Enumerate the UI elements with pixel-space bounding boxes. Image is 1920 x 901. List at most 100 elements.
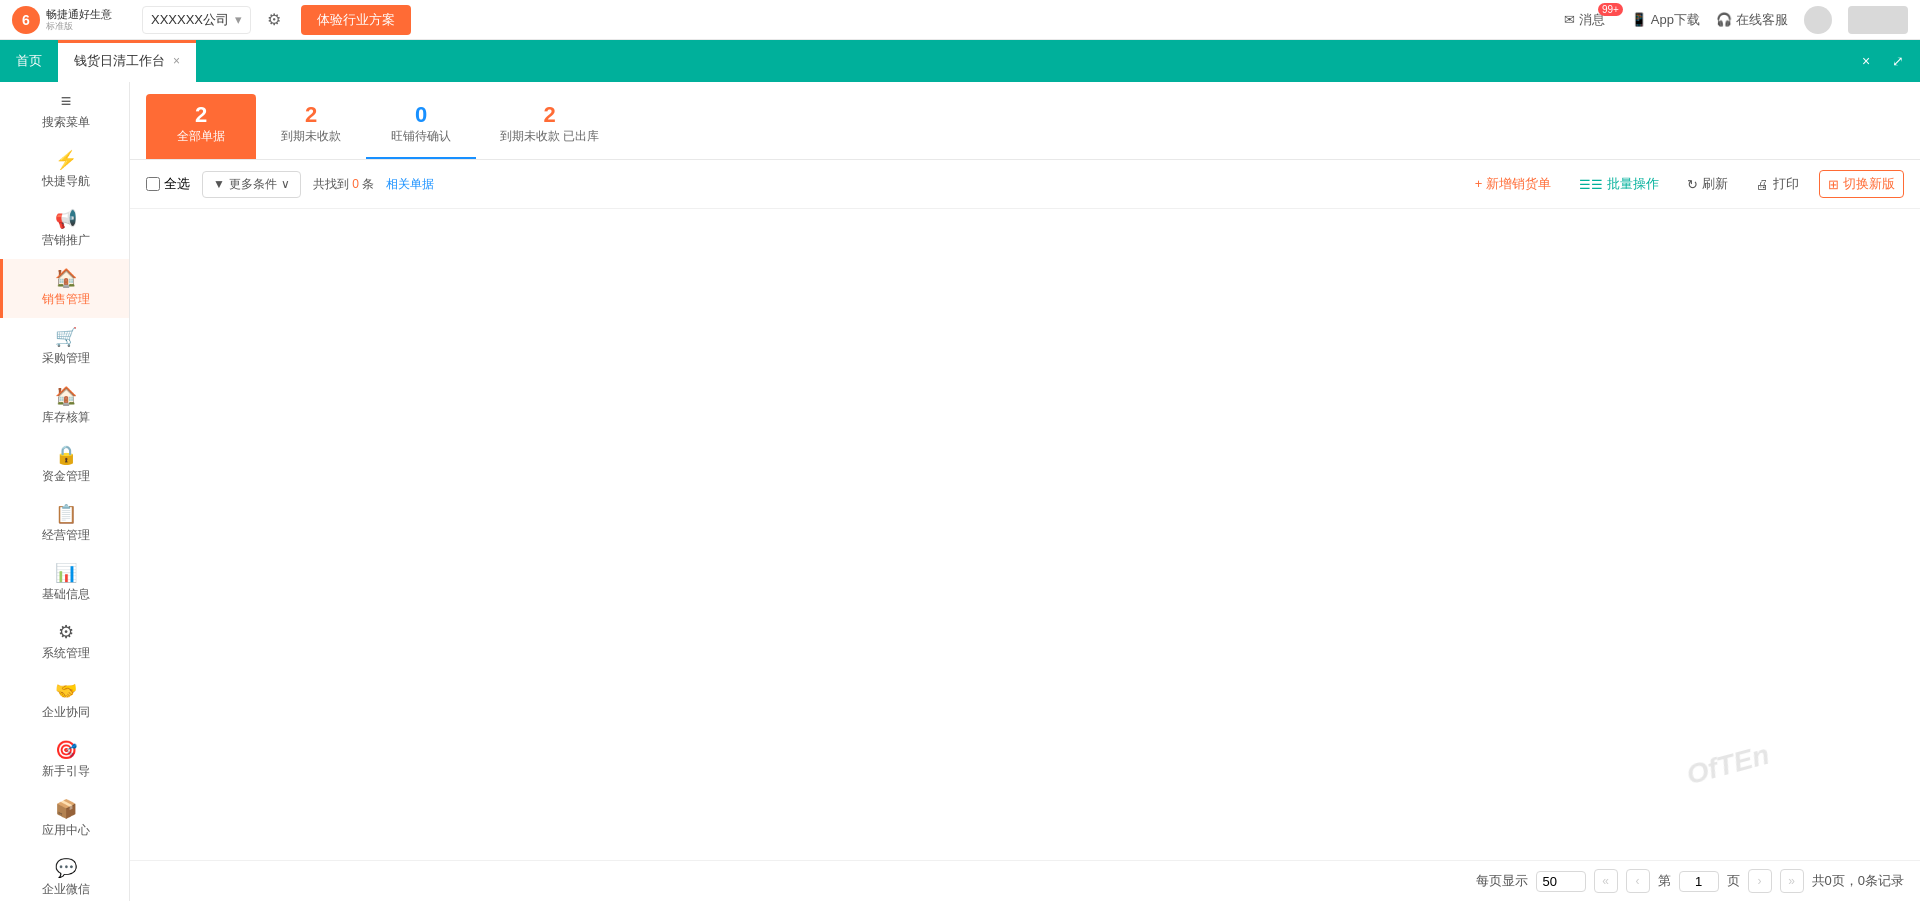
tab-close-button[interactable]: × [1852, 47, 1880, 75]
pagination: 每页显示 50 10 20 100 « ‹ 第 页 › » 共0页，0条记录 [130, 860, 1920, 901]
batch-operation-button[interactable]: ☰☰ 批量操作 [1571, 171, 1667, 197]
ops-icon: 📋 [55, 505, 77, 523]
sidebar-label-sales: 销售管理 [42, 291, 90, 308]
sidebar-item-corp-collab[interactable]: 🤝 企业协同 [0, 672, 129, 731]
toolbar-right: + 新增销货单 ☰☰ 批量操作 ↻ 刷新 🖨 打印 ⊞ 切换新版 [1467, 170, 1904, 198]
sidebar-label-sys: 系统管理 [42, 645, 90, 662]
settings-button[interactable]: ⚙ [259, 5, 289, 35]
headset-icon: 🎧 [1716, 12, 1732, 27]
sidebar-item-purchase[interactable]: 🛒 采购管理 [0, 318, 129, 377]
user-name-placeholder[interactable] [1848, 6, 1908, 34]
phone-icon: 📱 [1631, 12, 1647, 27]
page-prefix-label: 第 [1658, 872, 1671, 890]
stat-num-overdue: 2 [305, 102, 317, 128]
app-name-text: 畅捷通好生意 标准版 [46, 7, 112, 33]
sys-mgmt-icon: ⚙ [58, 623, 74, 641]
first-page-button[interactable]: « [1594, 869, 1618, 893]
sidebar-label-corp: 企业协同 [42, 704, 90, 721]
stat-tab-overdue-unship[interactable]: 2 到期未收款 已出库 [476, 94, 623, 159]
stat-label-unship: 到期未收款 已出库 [500, 128, 599, 145]
found-count: 0 [352, 177, 359, 191]
sidebar-item-inventory[interactable]: 🏠 库存核算 [0, 377, 129, 436]
online-service-button[interactable]: 🎧 在线客服 [1716, 11, 1788, 29]
marketing-icon: 📢 [55, 210, 77, 228]
print-label: 打印 [1773, 175, 1799, 193]
stats-tabs: 2 全部单据 2 到期未收款 0 旺铺待确认 2 到期未收款 已出库 [130, 82, 1920, 160]
select-all-input[interactable] [146, 177, 160, 191]
stat-num-unship: 2 [544, 102, 556, 128]
sidebar-item-funds[interactable]: 🔒 资金管理 [0, 436, 129, 495]
stat-tab-wangpu[interactable]: 0 旺铺待确认 [366, 94, 476, 159]
online-service-label: 在线客服 [1736, 11, 1788, 29]
prev-page-button[interactable]: ‹ [1626, 869, 1650, 893]
sidebar-item-search-menu[interactable]: ≡ 搜索菜单 [0, 82, 129, 141]
print-icon: 🖨 [1756, 177, 1769, 192]
next-page-button[interactable]: › [1748, 869, 1772, 893]
refresh-label: 刷新 [1702, 175, 1728, 193]
sales-icon: 🏠 [55, 269, 77, 287]
tab-maximize-button[interactable]: ⤢ [1884, 47, 1912, 75]
switch-version-button[interactable]: ⊞ 切换新版 [1819, 170, 1904, 198]
trial-button[interactable]: 体验行业方案 [301, 5, 411, 35]
refresh-button[interactable]: ↻ 刷新 [1679, 171, 1736, 197]
stat-tab-overdue[interactable]: 2 到期未收款 [256, 94, 366, 159]
inventory-icon: 🏠 [55, 387, 77, 405]
tab-close-icon[interactable]: × [173, 54, 180, 68]
page-input[interactable] [1679, 871, 1719, 892]
message-icon: ✉ [1564, 12, 1575, 27]
filter-button[interactable]: ▼ 更多条件 ∨ [202, 171, 301, 198]
home-tab-label: 首页 [16, 52, 42, 70]
filter-icon: ▼ [213, 177, 225, 191]
refresh-icon: ↻ [1687, 177, 1698, 192]
sidebar-item-sales[interactable]: 🏠 销售管理 [0, 259, 129, 318]
select-all-checkbox[interactable]: 全选 [146, 175, 190, 193]
select-all-label: 全选 [164, 175, 190, 193]
toolbar: 全选 ▼ 更多条件 ∨ 共找到 0 条 相关单据 + 新增销货单 ☰☰ 批量操作 [130, 160, 1920, 209]
filter-label: 更多条件 [229, 176, 277, 193]
sidebar-label-marketing: 营销推广 [42, 232, 90, 249]
stat-num-all: 2 [195, 102, 207, 128]
last-page-button[interactable]: » [1780, 869, 1804, 893]
per-page-label: 每页显示 [1476, 872, 1528, 890]
company-chevron-icon: ▾ [235, 12, 242, 27]
sidebar-item-ops[interactable]: 📋 经营管理 [0, 495, 129, 554]
top-right-actions: ✉ 消息 99+ 📱 App下载 🎧 在线客服 [1564, 6, 1908, 34]
corp-wechat-icon: 💬 [55, 859, 77, 877]
app-download-button[interactable]: 📱 App下载 [1631, 11, 1700, 29]
sidebar-item-basic-info[interactable]: 📊 基础信息 [0, 554, 129, 613]
app-logo-icon: 6 [12, 6, 40, 34]
stat-label-overdue: 到期未收款 [281, 128, 341, 145]
batch-label: 批量操作 [1607, 175, 1659, 193]
company-selector[interactable]: XXXXXX公司 ▾ [142, 6, 251, 34]
sidebar-label-appcenter: 应用中心 [42, 822, 90, 839]
stat-label-all: 全部单据 [177, 128, 225, 145]
funds-icon: 🔒 [55, 446, 77, 464]
batch-icon: ☰☰ [1579, 177, 1603, 192]
company-name: XXXXXX公司 [151, 11, 229, 29]
print-button[interactable]: 🖨 打印 [1748, 171, 1807, 197]
sidebar-item-quick-nav[interactable]: ⚡ 快捷导航 [0, 141, 129, 200]
content-area: 2 全部单据 2 到期未收款 0 旺铺待确认 2 到期未收款 已出库 全选 [130, 82, 1920, 901]
tab-active[interactable]: 钱货日清工作台 × [58, 40, 196, 82]
sidebar-item-marketing[interactable]: 📢 营销推广 [0, 200, 129, 259]
stat-num-wangpu: 0 [415, 102, 427, 128]
app-download-label: App下载 [1651, 11, 1700, 29]
sidebar-item-app-center[interactable]: 📦 应用中心 [0, 790, 129, 849]
message-button[interactable]: ✉ 消息 99+ [1564, 11, 1615, 29]
top-bar: 6 畅捷通好生意 标准版 XXXXXX公司 ▾ ⚙ 体验行业方案 ✉ 消息 99… [0, 0, 1920, 40]
sidebar-item-sys-mgmt[interactable]: ⚙ 系统管理 [0, 613, 129, 672]
sidebar-label-funds: 资金管理 [42, 468, 90, 485]
related-label[interactable]: 相关单据 [386, 176, 434, 193]
user-avatar[interactable] [1804, 6, 1832, 34]
nav-right-actions: × ⤢ [1852, 47, 1920, 75]
tab-home[interactable]: 首页 [0, 40, 58, 82]
stat-tab-all[interactable]: 2 全部单据 [146, 94, 256, 159]
add-sale-button[interactable]: + 新增销货单 [1467, 171, 1559, 197]
sidebar-label-quick: 快捷导航 [42, 173, 90, 190]
per-page-select[interactable]: 50 10 20 100 [1536, 871, 1586, 892]
sidebar-label-guide: 新手引导 [42, 763, 90, 780]
sidebar-item-new-guide[interactable]: 🎯 新手引导 [0, 731, 129, 790]
app-center-icon: 📦 [55, 800, 77, 818]
message-badge: 99+ [1598, 3, 1623, 16]
sidebar-item-corp-wechat[interactable]: 💬 企业微信 [0, 849, 129, 901]
